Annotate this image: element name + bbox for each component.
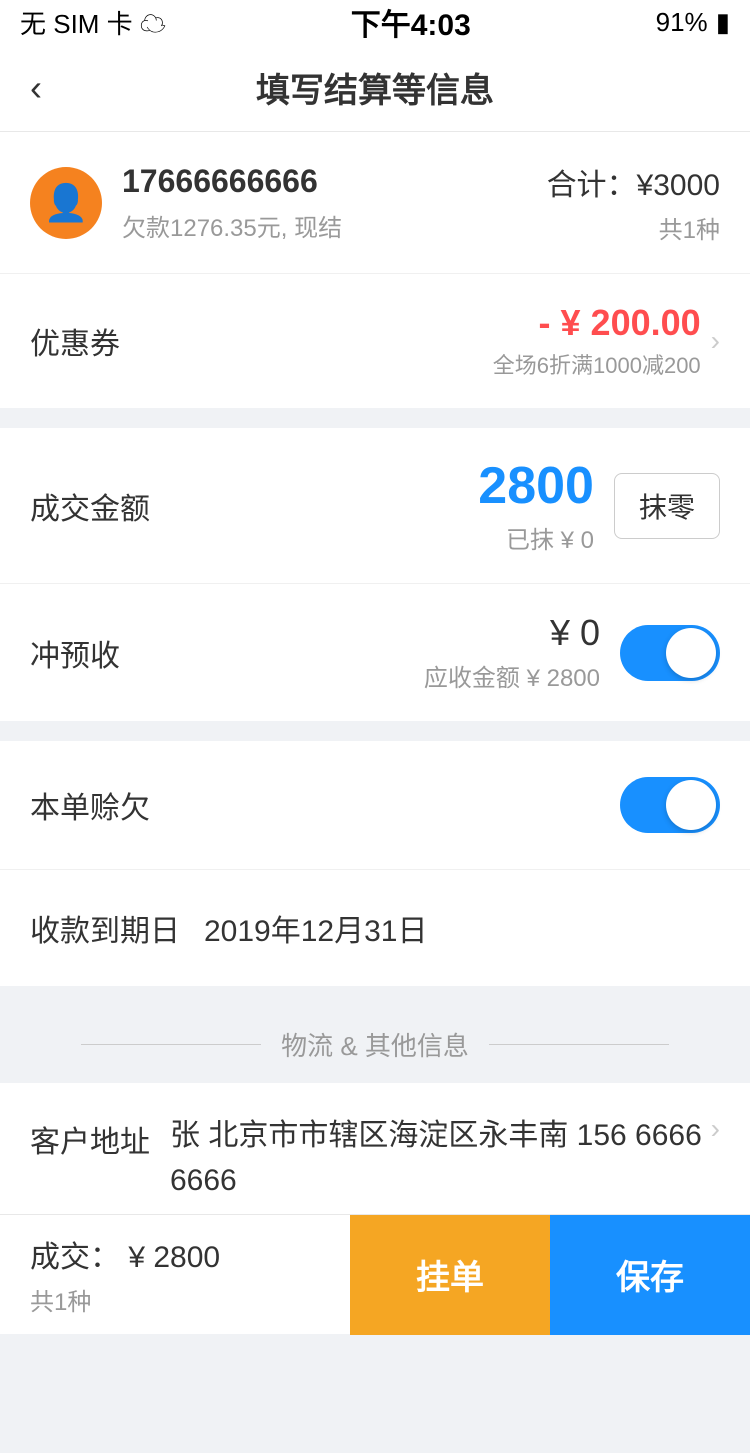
arrear-row: 本单赊欠 (0, 741, 750, 869)
customer-total: 合计：¥3000 共1种 (547, 160, 720, 245)
pending-button[interactable]: 挂单 (350, 1215, 550, 1335)
advance-receivable: 应收金额 ¥ 2800 (424, 658, 600, 693)
logistics-section-label: 物流 & 其他信息 (281, 1026, 469, 1063)
status-bar: 无 SIM 卡 ☁ 下午4:03 91% ▮ (0, 0, 750, 44)
customer-card: 👤 17666666666 欠款1276.35元, 现结 合计：¥3000 共1… (0, 132, 750, 408)
coupon-discount: - ¥ 200.00 (493, 302, 701, 344)
nav-bar: ‹ 填写结算等信息 (0, 44, 750, 132)
advance-amount-block: ¥ 0 应收金额 ¥ 2800 (424, 612, 600, 693)
advance-toggle[interactable] (620, 625, 720, 681)
page-title: 填写结算等信息 (256, 63, 494, 112)
coupon-label: 优惠券 (30, 319, 120, 363)
status-left: 无 SIM 卡 ☁ (20, 4, 166, 41)
deal-amount-right: 2800 已抹 ¥ 0 抹零 (478, 456, 720, 555)
status-right: 91% ▮ (656, 7, 730, 38)
sim-status: 无 SIM 卡 ☁ (20, 4, 166, 41)
toggle-circle (666, 628, 716, 678)
address-card: 客户地址 张 北京市市辖区海淀区永丰南 156 6666 6666 › (0, 1083, 750, 1233)
address-value: 张 北京市市辖区海淀区永丰南 156 6666 6666 (170, 1113, 711, 1203)
deal-erased-label: 已抹 ¥ 0 (478, 520, 594, 555)
arrear-toggle-circle (666, 780, 716, 830)
address-row[interactable]: 客户地址 张 北京市市辖区海淀区永丰南 156 6666 6666 › (0, 1083, 750, 1233)
chevron-right-icon: › (711, 325, 720, 357)
advance-row: 冲预收 ¥ 0 应收金额 ¥ 2800 (0, 583, 750, 721)
deal-amount-value: 2800 (478, 456, 594, 516)
coupon-right: - ¥ 200.00 全场6折满1000减200 › (493, 302, 720, 380)
logistics-header: 物流 & 其他信息 (0, 1006, 750, 1083)
advance-label: 冲预收 (30, 631, 120, 675)
duedate-value: 2019年12月31日 (204, 906, 427, 950)
coupon-desc: 全场6折满1000减200 (493, 348, 701, 380)
footer-info: 成交： ¥ 2800 共1种 (0, 1232, 350, 1317)
duedate-row: 收款到期日 2019年12月31日 (0, 869, 750, 986)
save-button[interactable]: 保存 (550, 1215, 750, 1335)
footer-count-label: 共1种 (30, 1282, 320, 1317)
customer-info: 17666666666 欠款1276.35元, 现结 (122, 163, 342, 243)
avatar-icon: 👤 (44, 182, 89, 224)
coupon-row[interactable]: 优惠券 - ¥ 200.00 全场6折满1000减200 › (0, 273, 750, 408)
status-time: 下午4:03 (351, 0, 471, 44)
address-chevron-icon: › (711, 1113, 720, 1145)
duedate-label: 收款到期日 (30, 906, 180, 950)
battery-level: 91% (656, 7, 708, 38)
avatar: 👤 (30, 167, 102, 239)
customer-row: 👤 17666666666 欠款1276.35元, 现结 合计：¥3000 共1… (0, 132, 750, 273)
customer-phone: 17666666666 (122, 163, 342, 200)
logistics-line-right (489, 1044, 669, 1045)
address-label: 客户地址 (30, 1113, 150, 1161)
round-button[interactable]: 抹零 (614, 473, 720, 539)
advance-right: ¥ 0 应收金额 ¥ 2800 (424, 612, 720, 693)
footer-deal-label: 成交： ¥ 2800 (30, 1232, 320, 1276)
total-amount: 合计：¥3000 (547, 160, 720, 204)
advance-amount: ¥ 0 (424, 612, 600, 654)
logistics-line-left (81, 1044, 261, 1045)
customer-left: 👤 17666666666 欠款1276.35元, 现结 (30, 163, 342, 243)
deal-amount-card: 成交金额 2800 已抹 ¥ 0 抹零 冲预收 ¥ 0 应收金额 ¥ 2800 (0, 428, 750, 721)
arrear-card: 本单赊欠 收款到期日 2019年12月31日 (0, 741, 750, 986)
coupon-info: - ¥ 200.00 全场6折满1000减200 (493, 302, 701, 380)
deal-amount-row: 成交金额 2800 已抹 ¥ 0 抹零 (0, 428, 750, 583)
back-button[interactable]: ‹ (30, 67, 42, 109)
arrear-toggle[interactable] (620, 777, 720, 833)
battery-icon: ▮ (716, 7, 730, 38)
customer-debt: 欠款1276.35元, 现结 (122, 208, 342, 243)
arrear-label: 本单赊欠 (30, 783, 150, 827)
footer-bar: 成交： ¥ 2800 共1种 挂单 保存 (0, 1214, 750, 1334)
total-count: 共1种 (547, 210, 720, 245)
deal-amount-label: 成交金额 (30, 484, 150, 528)
deal-amount-block: 2800 已抹 ¥ 0 (478, 456, 594, 555)
